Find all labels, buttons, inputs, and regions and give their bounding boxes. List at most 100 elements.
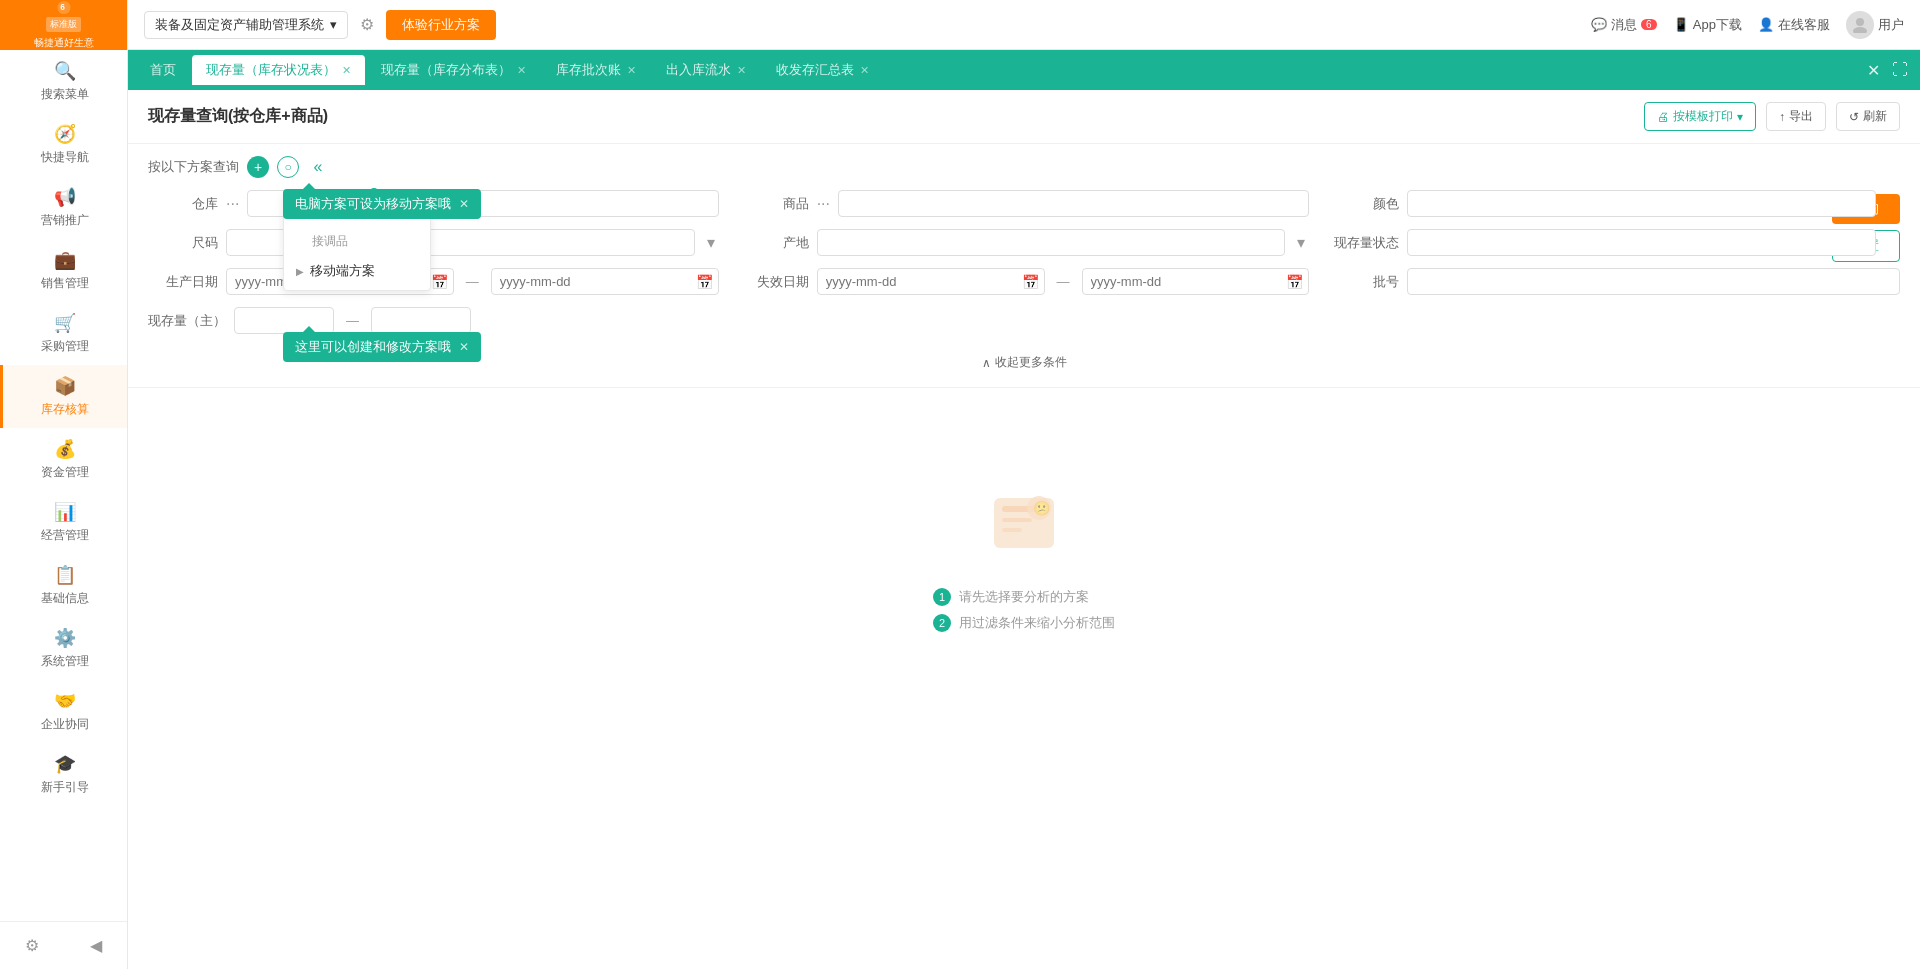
online-service-label: 在线客服 — [1778, 16, 1830, 34]
system-selector[interactable]: 装备及固定资产辅助管理系统 ▾ — [144, 11, 348, 39]
newbie-icon: 🎓 — [54, 753, 76, 775]
sidebar-item-label: 新手引导 — [41, 779, 89, 796]
tab-label: 出入库流水 — [666, 61, 731, 79]
svg-point-3 — [1853, 27, 1867, 33]
calendar-icon[interactable]: 📅 — [696, 274, 713, 290]
goods-label: 商品 — [739, 195, 809, 213]
batch-input[interactable] — [1407, 268, 1900, 295]
scheme-edit-tooltip: 这里可以创建和修改方案哦 ✕ — [283, 332, 481, 362]
sidebar-item-sales[interactable]: 💼 销售管理 — [0, 239, 127, 302]
tab-home[interactable]: 首页 — [136, 55, 190, 85]
chevron-down-icon: ▾ — [1737, 110, 1743, 124]
online-service-item[interactable]: 👤 在线客服 — [1758, 16, 1830, 34]
sidebar-item-operation[interactable]: 📊 经营管理 — [0, 491, 127, 554]
tab-close-icon[interactable]: ✕ — [860, 64, 869, 77]
tab-close-icon[interactable]: ✕ — [737, 64, 746, 77]
refresh-button[interactable]: ↺ 刷新 — [1836, 102, 1900, 131]
sidebar: 6 标准版 畅捷通好生意 🔍 搜索菜单 🧭 快捷导航 📢 营销推广 💼 销售管理… — [0, 0, 128, 969]
sidebar-item-newbie[interactable]: 🎓 新手引导 — [0, 743, 127, 806]
calendar-icon[interactable]: 📅 — [1022, 274, 1039, 290]
sidebar-item-label: 经营管理 — [41, 527, 89, 544]
sidebar-item-finance[interactable]: 💰 资金管理 — [0, 428, 127, 491]
tab-batch[interactable]: 库存批次账 ✕ — [542, 55, 650, 85]
tab-flow[interactable]: 出入库流水 ✕ — [652, 55, 760, 85]
notice-item[interactable]: 💬 消息 6 — [1591, 16, 1657, 34]
filter-back-button[interactable]: « — [307, 156, 329, 178]
warehouse-dots[interactable]: ··· — [226, 195, 239, 213]
tab-close-icon[interactable]: ✕ — [517, 64, 526, 77]
sidebar-item-system[interactable]: ⚙️ 系统管理 — [0, 617, 127, 680]
range-dash: — — [462, 274, 483, 289]
svg-point-2 — [1856, 18, 1864, 26]
app-download-label: App下载 — [1693, 16, 1742, 34]
tabs-close-all-icon[interactable]: ✕ — [1863, 57, 1884, 84]
tab-inventory-dist[interactable]: 现存量（库存分布表） ✕ — [367, 55, 540, 85]
scheme-edit-close[interactable]: ✕ — [459, 340, 469, 354]
app-download-icon: 📱 — [1673, 17, 1689, 32]
filter-add-button[interactable]: + — [247, 156, 269, 178]
export-icon: ↑ — [1779, 110, 1785, 124]
stock-main-end-input[interactable] — [371, 307, 471, 334]
tab-close-icon[interactable]: ✕ — [342, 64, 351, 77]
sidebar-item-search[interactable]: 🔍 搜索菜单 — [0, 50, 127, 113]
scheme-tooltip-1: 电脑方案可设为移动方案哦 ✕ — [283, 189, 481, 219]
goods-select[interactable] — [838, 190, 1309, 217]
filter-row-size: 尺码 ▾ — [148, 229, 719, 256]
color-select[interactable] — [1407, 190, 1876, 217]
sidebar-item-basic[interactable]: 📋 基础信息 — [0, 554, 127, 617]
app-download-item[interactable]: 📱 App下载 — [1673, 16, 1742, 34]
size-chevron-icon[interactable]: ▾ — [703, 233, 719, 252]
color-label: 颜色 — [1329, 195, 1399, 213]
scheme-tooltip-close[interactable]: ✕ — [459, 197, 469, 211]
export-button[interactable]: ↑ 导出 — [1766, 102, 1826, 131]
notice-badge: 6 — [1641, 19, 1657, 30]
goods-dots[interactable]: ··· — [817, 195, 830, 213]
tab-inventory-status[interactable]: 现存量（库存状况表） ✕ — [192, 55, 365, 85]
origin-chevron-icon[interactable]: ▾ — [1293, 233, 1309, 252]
sidebar-item-label: 销售管理 — [41, 275, 89, 292]
sidebar-item-marketing[interactable]: 📢 营销推广 — [0, 176, 127, 239]
stock-main-start-input[interactable] — [234, 307, 334, 334]
sidebar-item-label: 系统管理 — [41, 653, 89, 670]
origin-select[interactable] — [817, 229, 1286, 256]
step-num-2: 2 — [933, 614, 951, 632]
user-item[interactable]: 用户 — [1846, 11, 1904, 39]
scheme-tooltip-text: 电脑方案可设为移动方案哦 — [295, 195, 451, 213]
content-area: 现存量查询(按仓库+商品) 🖨 按模板打印 ▾ ↑ 导出 ↺ 刷新 — [128, 90, 1920, 969]
tabs-bar: 首页 现存量（库存状况表） ✕ 现存量（库存分布表） ✕ 库存批次账 ✕ 出入库… — [128, 50, 1920, 90]
produce-date-label: 生产日期 — [148, 273, 218, 291]
collapse-sidebar-btn[interactable]: ◀ — [86, 932, 106, 959]
range-dash: — — [1053, 274, 1074, 289]
batch-label: 批号 — [1329, 273, 1399, 291]
sidebar-item-label: 库存核算 — [41, 401, 89, 418]
print-button[interactable]: 🖨 按模板打印 ▾ — [1644, 102, 1756, 131]
expire-date-start-input[interactable] — [817, 268, 1045, 295]
settings-gear-icon[interactable]: ⚙ — [360, 15, 374, 34]
scheme-tree-item[interactable]: 接调品 — [284, 227, 430, 256]
sidebar-item-guide[interactable]: 🧭 快捷导航 — [0, 113, 127, 176]
collapse-button[interactable]: ∧ 收起更多条件 — [982, 354, 1067, 371]
scheme-tree-mobile[interactable]: ▶ 移动端方案 — [284, 256, 430, 286]
tab-close-icon[interactable]: ✕ — [627, 64, 636, 77]
sidebar-item-enterprise[interactable]: 🤝 企业协同 — [0, 680, 127, 743]
user-label: 用户 — [1878, 16, 1904, 34]
scheme-tree-item-label: 接调品 — [312, 233, 348, 250]
settings-footer-btn[interactable]: ⚙ — [21, 932, 43, 959]
filter-circle-button[interactable]: ○ — [277, 156, 299, 178]
user-avatar — [1846, 11, 1874, 39]
filter-label: 按以下方案查询 — [148, 158, 239, 176]
tab-summary[interactable]: 收发存汇总表 ✕ — [762, 55, 883, 85]
produce-date-end-input[interactable] — [491, 268, 719, 295]
sidebar-item-purchase[interactable]: 🛒 采购管理 — [0, 302, 127, 365]
tabs-actions: ✕ ⛶ — [1863, 57, 1912, 84]
stock-status-select[interactable] — [1407, 229, 1876, 256]
sidebar-item-inventory[interactable]: 📦 库存核算 — [0, 365, 127, 428]
calendar-icon[interactable]: 📅 — [431, 274, 448, 290]
step-text-1: 请先选择要分析的方案 — [959, 588, 1089, 606]
filter-section: 按以下方案查询 + ○ « 电脑方案可设为移动方案哦 ✕ ▶ — [128, 144, 1920, 388]
solution-button[interactable]: 体验行业方案 — [386, 10, 496, 40]
search-icon: 🔍 — [54, 60, 76, 82]
tabs-maximize-icon[interactable]: ⛶ — [1888, 57, 1912, 83]
expire-date-end-input[interactable] — [1082, 268, 1310, 295]
calendar-icon[interactable]: 📅 — [1286, 274, 1303, 290]
